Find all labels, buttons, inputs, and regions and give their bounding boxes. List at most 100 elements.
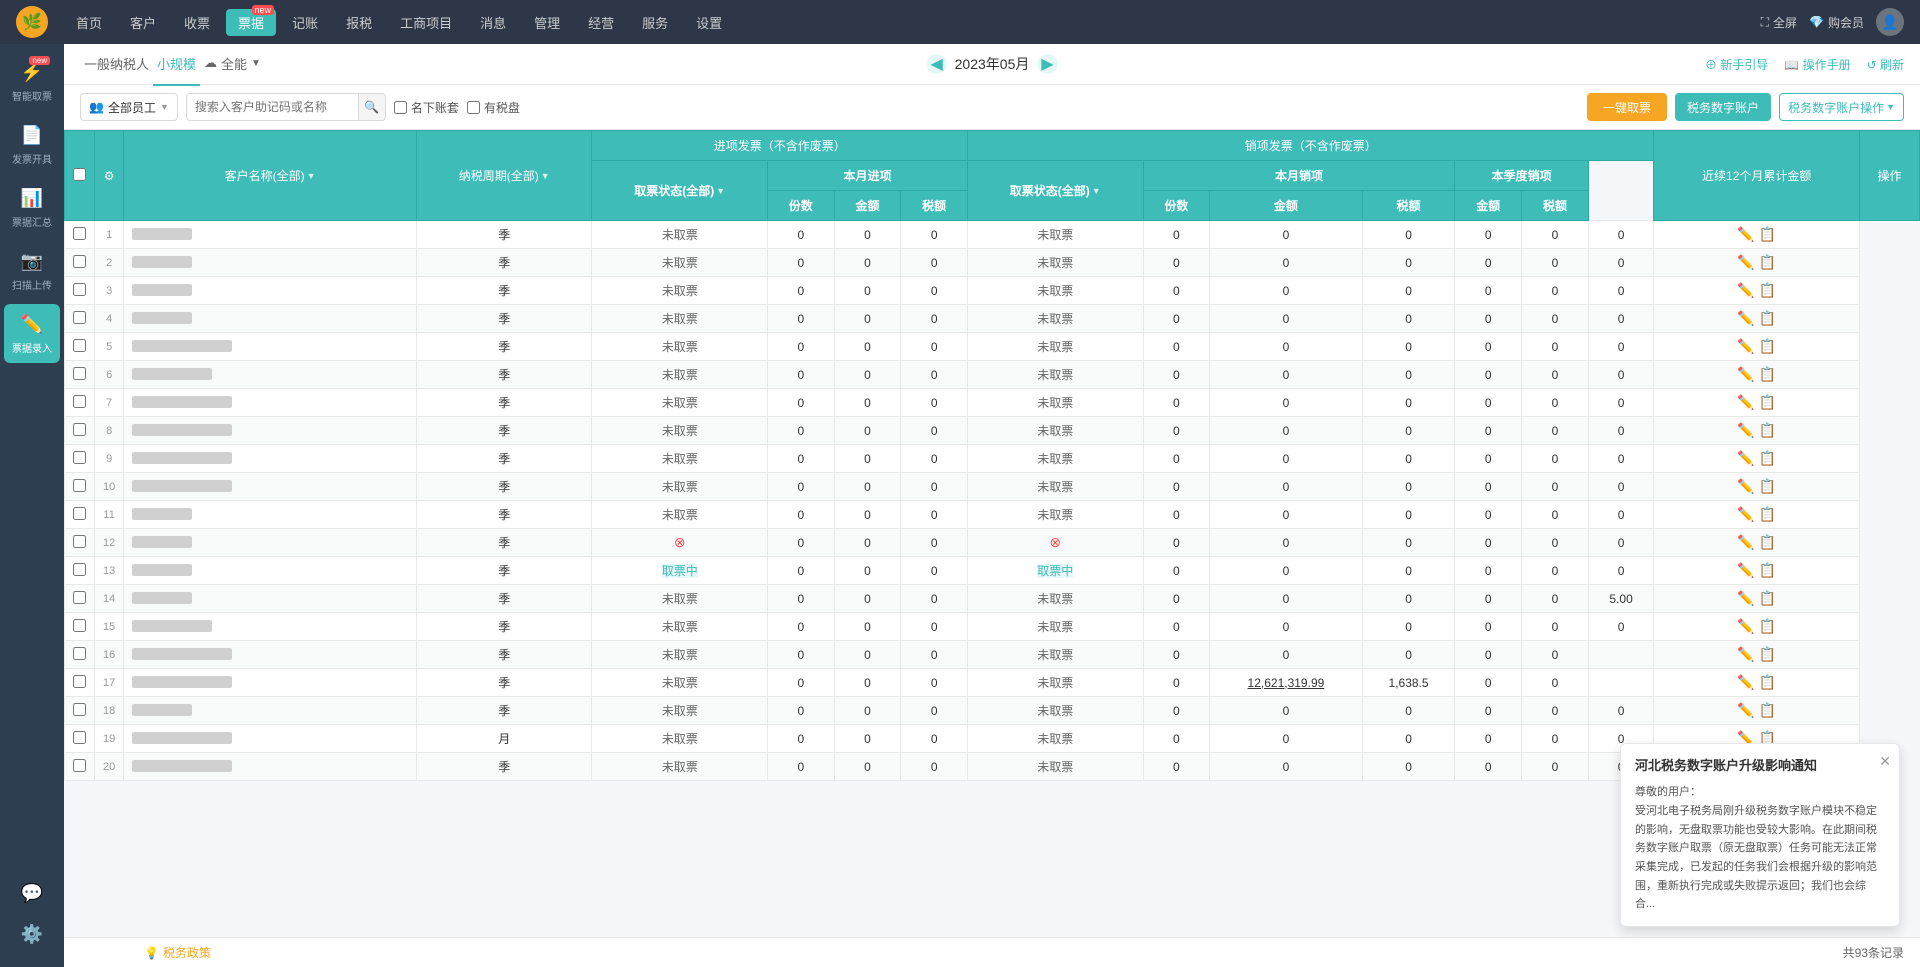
new-guide-btn[interactable]: ⊕ 新手引导: [1705, 56, 1768, 73]
copy-icon[interactable]: 📋: [1759, 702, 1776, 719]
row-checkbox[interactable]: [73, 367, 86, 380]
th-out-ticket-status[interactable]: 取票状态(全部) ▼: [968, 161, 1144, 221]
copy-icon[interactable]: 📋: [1759, 674, 1776, 691]
edit-icon[interactable]: ✏️: [1737, 282, 1754, 299]
client-name-cell[interactable]: ████████████████████: [124, 473, 417, 501]
edit-icon[interactable]: ✏️: [1737, 226, 1754, 243]
client-name-cell[interactable]: ████████████: [124, 305, 417, 333]
sidebar-item-scan-upload[interactable]: 📷 扫描上传: [4, 241, 60, 300]
edit-icon[interactable]: ✏️: [1737, 450, 1754, 467]
employee-select[interactable]: 👥 全部员工 ▼: [80, 93, 178, 121]
edit-icon[interactable]: ✏️: [1737, 394, 1754, 411]
copy-icon[interactable]: 📋: [1759, 338, 1776, 355]
row-checkbox[interactable]: [73, 647, 86, 660]
client-name-cell[interactable]: ████: [124, 697, 417, 725]
th-settings[interactable]: ⚙: [95, 131, 124, 221]
row-checkbox[interactable]: [73, 675, 86, 688]
client-name-cell[interactable]: ████████████: [124, 221, 417, 249]
copy-icon[interactable]: 📋: [1759, 366, 1776, 383]
nav-receive[interactable]: 收票: [172, 9, 222, 36]
select-all-checkbox[interactable]: [73, 168, 86, 181]
client-name-cell[interactable]: ████████████████: [124, 613, 417, 641]
nav-message[interactable]: 消息: [468, 9, 518, 36]
client-name-cell[interactable]: ████: [124, 501, 417, 529]
copy-icon[interactable]: 📋: [1759, 310, 1776, 327]
digital-account-ops-btn[interactable]: 税务数字账户操作 ▼: [1779, 93, 1904, 121]
row-checkbox[interactable]: [73, 395, 86, 408]
nav-ticket[interactable]: 票据 new: [226, 9, 276, 36]
row-checkbox[interactable]: [73, 227, 86, 240]
tax-disk-check[interactable]: [467, 101, 480, 114]
edit-icon[interactable]: ✏️: [1737, 310, 1754, 327]
client-name-cell[interactable]: ████████████████: [124, 361, 417, 389]
edit-icon[interactable]: ✏️: [1737, 674, 1754, 691]
row-checkbox[interactable]: [73, 759, 86, 772]
date-prev-btn[interactable]: ◀: [927, 54, 947, 74]
client-name-cell[interactable]: ████████████████████: [124, 641, 417, 669]
refresh-btn[interactable]: ↺ 刷新: [1867, 56, 1904, 73]
row-checkbox[interactable]: [73, 619, 86, 632]
row-checkbox[interactable]: [73, 535, 86, 548]
edit-icon[interactable]: ✏️: [1737, 422, 1754, 439]
search-input[interactable]: [187, 94, 358, 120]
digital-account-btn[interactable]: 税务数字账户: [1675, 93, 1771, 121]
policy-link[interactable]: 💡 税务政策: [144, 944, 211, 961]
sidebar-message-icon[interactable]: 💬: [15, 877, 49, 910]
copy-icon[interactable]: 📋: [1759, 226, 1776, 243]
copy-icon[interactable]: 📋: [1759, 506, 1776, 523]
sidebar-item-smart-ticket[interactable]: ⚡ new 智能取票: [4, 52, 60, 111]
copy-icon[interactable]: 📋: [1759, 282, 1776, 299]
tab-general-taxpayer[interactable]: 一般纳税人: [80, 44, 153, 86]
one-click-fetch-btn[interactable]: 一键取票: [1587, 93, 1667, 121]
notification-close-btn[interactable]: ✕: [1879, 750, 1891, 772]
copy-icon[interactable]: 📋: [1759, 562, 1776, 579]
copy-icon[interactable]: 📋: [1759, 422, 1776, 439]
row-checkbox[interactable]: [73, 423, 86, 436]
client-name-cell[interactable]: ████████████████████: [124, 669, 417, 697]
fullscreen-btn[interactable]: ⛶ 全屏: [1761, 14, 1797, 31]
edit-icon[interactable]: ✏️: [1737, 506, 1754, 523]
edit-icon[interactable]: ✏️: [1737, 590, 1754, 607]
nav-settings[interactable]: 设置: [684, 9, 734, 36]
tab-all[interactable]: ☁ 全能 ▼: [200, 44, 265, 86]
th-in-ticket-status[interactable]: 取票状态(全部) ▼: [592, 161, 768, 221]
copy-icon[interactable]: 📋: [1759, 646, 1776, 663]
edit-icon[interactable]: ✏️: [1737, 254, 1754, 271]
row-checkbox[interactable]: [73, 255, 86, 268]
row-checkbox[interactable]: [73, 731, 86, 744]
copy-icon[interactable]: 📋: [1759, 590, 1776, 607]
copy-icon[interactable]: 📋: [1759, 534, 1776, 551]
client-name-cell[interactable]: ████████████████████: [124, 333, 417, 361]
client-name-cell[interactable]: ████████████: [124, 249, 417, 277]
copy-icon[interactable]: 📋: [1759, 478, 1776, 495]
tax-disk-checkbox[interactable]: 有税盘: [467, 99, 520, 116]
search-button[interactable]: 🔍: [358, 94, 385, 120]
nav-tax[interactable]: 报税: [334, 9, 384, 36]
tab-small-scale[interactable]: 小规模: [153, 44, 200, 86]
nav-client[interactable]: 客户: [118, 9, 168, 36]
row-checkbox[interactable]: [73, 507, 86, 520]
client-name-cell[interactable]: ████████████: [124, 277, 417, 305]
client-name-cell[interactable]: ████████████████████: [124, 389, 417, 417]
edit-icon[interactable]: ✏️: [1737, 478, 1754, 495]
row-checkbox[interactable]: [73, 451, 86, 464]
client-name-cell[interactable]: ████████████████████: [124, 753, 417, 781]
client-name-cell[interactable]: ████████████: [124, 585, 417, 613]
client-name-cell[interactable]: ████████████: [124, 529, 417, 557]
edit-icon[interactable]: ✏️: [1737, 366, 1754, 383]
edit-icon[interactable]: ✏️: [1737, 338, 1754, 355]
nav-bookkeeping[interactable]: 记账: [280, 9, 330, 36]
sidebar-settings-icon[interactable]: ⚙️: [15, 918, 49, 951]
nav-home[interactable]: 首页: [64, 9, 114, 36]
nav-commerce[interactable]: 工商项目: [388, 9, 464, 36]
sidebar-item-ticket-summary[interactable]: 📊 票据汇总: [4, 178, 60, 237]
edit-icon[interactable]: ✏️: [1737, 646, 1754, 663]
sidebar-item-ticket-entry[interactable]: ✏️ 票据录入: [4, 304, 60, 363]
app-logo[interactable]: 🌿: [16, 6, 48, 38]
nav-operation[interactable]: 经营: [576, 9, 626, 36]
copy-icon[interactable]: 📋: [1759, 450, 1776, 467]
th-tax-period[interactable]: 纳税周期(全部) ▼: [416, 131, 592, 221]
client-name-cell[interactable]: ████████████████████: [124, 725, 417, 753]
copy-icon[interactable]: 📋: [1759, 254, 1776, 271]
row-checkbox[interactable]: [73, 479, 86, 492]
